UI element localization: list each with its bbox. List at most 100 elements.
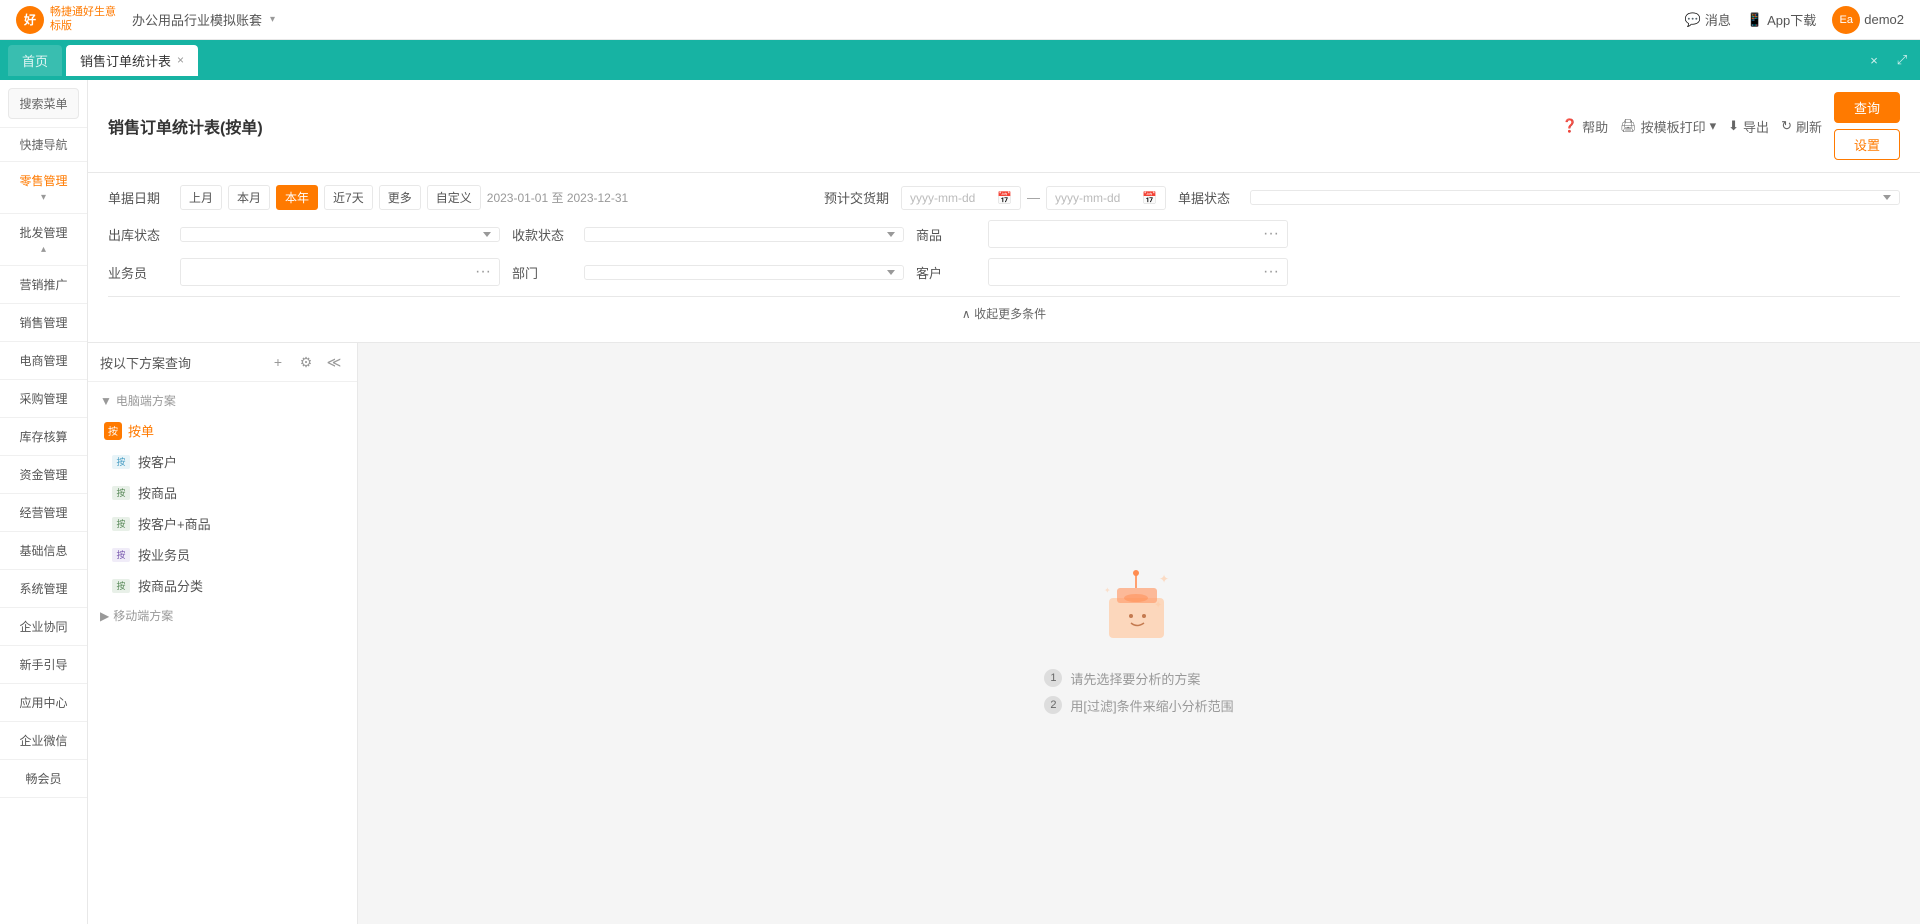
sidebar-item-purchase[interactable]: 采购管理 bbox=[0, 380, 87, 418]
setting-button[interactable]: 设置 bbox=[1834, 129, 1900, 160]
scheme-item-by-customer-product[interactable]: 按 按客户+商品 bbox=[88, 508, 357, 539]
scheme-list: ▼ 电脑端方案 按 按单 按 按客户 按 按商品 bbox=[88, 382, 357, 634]
group-expand-icon[interactable]: ▼ bbox=[100, 394, 112, 408]
sidebar-item-enterprise[interactable]: 企业协同 bbox=[0, 608, 87, 646]
last7days-btn[interactable]: 近7天 bbox=[324, 185, 373, 210]
product-input[interactable]: ··· bbox=[988, 220, 1288, 248]
collapse-panel-button[interactable]: ≪ bbox=[323, 351, 345, 373]
sidebar-item-retail[interactable]: 零售管理 ▾ bbox=[0, 162, 87, 214]
app-download-button[interactable]: 📱 App下载 bbox=[1747, 10, 1816, 29]
left-panel-actions: + ⚙ ≪ bbox=[267, 351, 345, 373]
main-layout: 搜索菜单 快捷导航 零售管理 ▾ 批发管理 ▴ 营销推广 销售管理 电商管理 采… bbox=[0, 80, 1920, 924]
sidebar-item-wholesale[interactable]: 批发管理 ▴ bbox=[0, 214, 87, 266]
top-bar-right: 💬 消息 📱 App下载 Ea demo2 bbox=[1685, 6, 1904, 34]
sidebar-item-member[interactable]: 畅会员 bbox=[0, 760, 87, 798]
sidebar-item-finance[interactable]: 资金管理 bbox=[0, 456, 87, 494]
filter-row-person: 业务员 ··· 部门 客户 ··· bbox=[108, 258, 1900, 286]
last-month-btn[interactable]: 上月 bbox=[180, 185, 222, 210]
tab-minimize-button[interactable]: × bbox=[1864, 50, 1884, 70]
calendar-icon-start: 📅 bbox=[997, 191, 1012, 205]
export-icon: ⬇ bbox=[1728, 118, 1739, 134]
refresh-button[interactable]: ↻ 刷新 bbox=[1781, 117, 1822, 136]
page-title: 销售订单统计表(按单) bbox=[108, 114, 263, 138]
status-select[interactable] bbox=[1250, 190, 1900, 205]
sidebar-arrow-wholesale: ▴ bbox=[41, 244, 46, 255]
print-icon: 🖨 bbox=[1620, 118, 1637, 134]
hint-num-1: 1 bbox=[1044, 669, 1062, 687]
expected-date-label: 预计交货期 bbox=[824, 188, 889, 207]
sidebar-item-ecommerce[interactable]: 电商管理 bbox=[0, 342, 87, 380]
empty-illustration: ✦ ✦ ✦ bbox=[1089, 553, 1189, 653]
ship-status-dropdown-icon bbox=[483, 232, 491, 237]
this-year-btn[interactable]: 本年 bbox=[276, 185, 318, 210]
date-placeholder-end: yyyy-mm-dd bbox=[1055, 191, 1120, 205]
query-button[interactable]: 查询 bbox=[1834, 92, 1900, 123]
calendar-icon-end: 📅 bbox=[1142, 191, 1157, 205]
mobile-group-expand-icon[interactable]: ▶ bbox=[100, 609, 109, 623]
avatar: Ea bbox=[1832, 6, 1860, 34]
left-panel-title: 按以下方案查询 bbox=[100, 353, 261, 372]
mobile-group-label: ▶ 移动端方案 bbox=[88, 601, 357, 630]
more-date-btn[interactable]: 更多 bbox=[379, 185, 421, 210]
sidebar-item-guide[interactable]: 新手引导 bbox=[0, 646, 87, 684]
scheme-item-by-category[interactable]: 按 按商品分类 bbox=[88, 570, 357, 601]
sidebar-item-wechat[interactable]: 企业微信 bbox=[0, 722, 87, 760]
sidebar: 搜索菜单 快捷导航 零售管理 ▾ 批发管理 ▴ 营销推广 销售管理 电商管理 采… bbox=[0, 80, 88, 924]
content-area: 销售订单统计表(按单) ❓ 帮助 🖨 按模板打印 ▾ ⬇ 导出 ↻ 刷新 bbox=[88, 80, 1920, 924]
message-icon: 💬 bbox=[1685, 12, 1701, 28]
scheme-icon-by-customer-product: 按 bbox=[112, 517, 130, 531]
ship-status-select[interactable] bbox=[180, 227, 500, 242]
sidebar-item-marketing[interactable]: 营销推广 bbox=[0, 266, 87, 304]
app-title-dropdown-icon[interactable]: ▾ bbox=[270, 14, 275, 25]
status-label: 单据状态 bbox=[1178, 188, 1238, 207]
print-button[interactable]: 🖨 按模板打印 ▾ bbox=[1620, 117, 1716, 136]
sidebar-item-inventory[interactable]: 库存核算 bbox=[0, 418, 87, 456]
help-icon: ❓ bbox=[1562, 118, 1578, 134]
split-layout: 按以下方案查询 + ⚙ ≪ ▼ 电脑端方案 按 bbox=[88, 343, 1920, 924]
empty-hints: 1 请先选择要分析的方案 2 用[过滤]条件来缩小分析范围 bbox=[1044, 669, 1233, 715]
empty-hint-1: 1 请先选择要分析的方案 bbox=[1044, 669, 1233, 688]
expected-date-end[interactable]: yyyy-mm-dd 📅 bbox=[1046, 186, 1166, 210]
refresh-icon: ↻ bbox=[1781, 118, 1792, 134]
product-label: 商品 bbox=[916, 225, 976, 244]
salesperson-more-icon[interactable]: ··· bbox=[475, 263, 491, 281]
sidebar-shortcut-nav[interactable]: 快捷导航 bbox=[0, 128, 87, 162]
this-month-btn[interactable]: 本月 bbox=[228, 185, 270, 210]
sidebar-item-operations[interactable]: 经营管理 bbox=[0, 494, 87, 532]
collapse-bar[interactable]: ∧ 收起更多条件 bbox=[108, 296, 1900, 330]
customer-more-icon[interactable]: ··· bbox=[1263, 263, 1279, 281]
tab-maximize-button[interactable]: ⤢ bbox=[1892, 50, 1912, 70]
empty-svg: ✦ ✦ ✦ bbox=[1089, 553, 1189, 653]
user-menu[interactable]: Ea demo2 bbox=[1832, 6, 1904, 34]
sidebar-item-apps[interactable]: 应用中心 bbox=[0, 684, 87, 722]
add-scheme-button[interactable]: + bbox=[267, 351, 289, 373]
department-select[interactable] bbox=[584, 265, 904, 280]
sidebar-item-basic[interactable]: 基础信息 bbox=[0, 532, 87, 570]
receive-status-select[interactable] bbox=[584, 227, 904, 242]
left-panel-header: 按以下方案查询 + ⚙ ≪ bbox=[88, 343, 357, 382]
ship-status-label: 出库状态 bbox=[108, 225, 168, 244]
customer-input[interactable]: ··· bbox=[988, 258, 1288, 286]
scheme-item-by-product[interactable]: 按 按商品 bbox=[88, 477, 357, 508]
tab-home[interactable]: 首页 bbox=[8, 45, 62, 76]
department-label: 部门 bbox=[512, 263, 572, 282]
salesperson-input[interactable]: ··· bbox=[180, 258, 500, 286]
expected-date-start[interactable]: yyyy-mm-dd 📅 bbox=[901, 186, 1021, 210]
status-dropdown-icon bbox=[1883, 195, 1891, 200]
sidebar-item-system[interactable]: 系统管理 bbox=[0, 570, 87, 608]
scheme-icon-by-product: 按 bbox=[112, 486, 130, 500]
scheme-item-by-customer[interactable]: 按 按客户 bbox=[88, 446, 357, 477]
tab-sales-order-stats[interactable]: 销售订单统计表 × bbox=[66, 45, 198, 76]
settings-scheme-button[interactable]: ⚙ bbox=[295, 351, 317, 373]
sidebar-item-sales[interactable]: 销售管理 bbox=[0, 304, 87, 342]
scheme-item-by-salesperson[interactable]: 按 按业务员 bbox=[88, 539, 357, 570]
scheme-item-by-order[interactable]: 按 按单 bbox=[88, 415, 357, 446]
export-button[interactable]: ⬇ 导出 bbox=[1728, 117, 1769, 136]
help-button[interactable]: ❓ 帮助 bbox=[1562, 117, 1608, 136]
logo-text: 畅捷通好生意 标版 bbox=[50, 6, 116, 32]
tab-close-icon[interactable]: × bbox=[177, 53, 184, 67]
message-button[interactable]: 💬 消息 bbox=[1685, 10, 1731, 29]
custom-date-btn[interactable]: 自定义 bbox=[427, 185, 481, 210]
product-more-icon[interactable]: ··· bbox=[1263, 225, 1279, 243]
search-menu-button[interactable]: 搜索菜单 bbox=[8, 88, 79, 119]
